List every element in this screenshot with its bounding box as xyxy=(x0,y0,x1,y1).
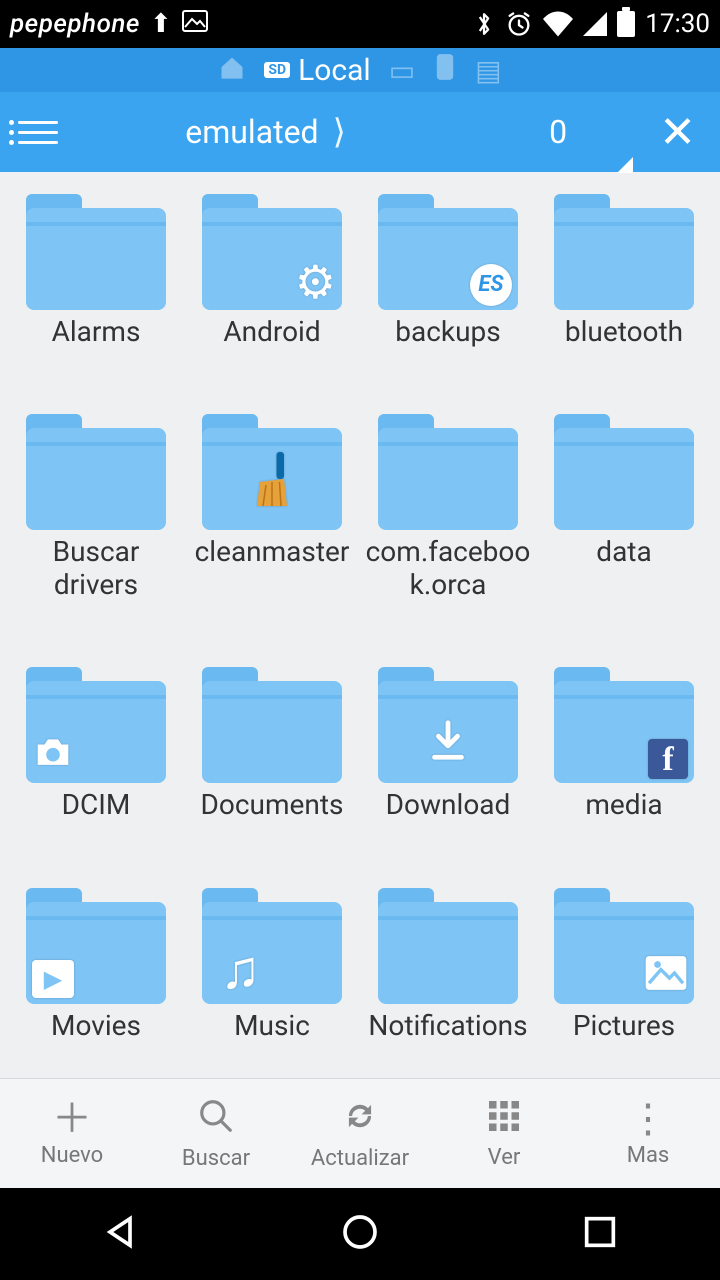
upload-icon: ⬆ xyxy=(150,9,172,39)
folder-item[interactable]: ▶ Movies xyxy=(10,888,182,1078)
folder-label: Documents xyxy=(201,789,344,821)
home-button[interactable] xyxy=(340,1212,380,1256)
sort-handle-icon[interactable] xyxy=(617,157,633,173)
folder-icon xyxy=(202,414,342,530)
sd-icon: SD xyxy=(264,62,290,78)
es-overlay-icon: ES xyxy=(470,264,512,306)
folder-icon xyxy=(554,888,694,1004)
facebook-overlay-icon: f xyxy=(648,739,688,779)
folder-icon xyxy=(26,667,166,783)
view-button[interactable]: Ver xyxy=(432,1079,576,1188)
menu-icon[interactable] xyxy=(18,121,58,144)
folder-icon xyxy=(202,667,342,783)
bluetooth-icon xyxy=(473,10,495,38)
folder-icon xyxy=(26,414,166,530)
folder-item[interactable]: Download xyxy=(362,667,534,857)
bottom-toolbar: ＋ Nuevo Buscar Actualizar Ver ⋮ Mas xyxy=(0,1078,720,1188)
folder-icon: ▶ xyxy=(26,888,166,1004)
grid-view-icon xyxy=(486,1098,522,1141)
folder-item[interactable]: com.facebook.orca xyxy=(362,414,534,637)
folder-icon: ES xyxy=(378,194,518,310)
folder-label: Notifications xyxy=(368,1010,527,1042)
battery-icon xyxy=(617,11,635,37)
folder-label: backups xyxy=(395,316,500,348)
folder-label: bluetooth xyxy=(565,316,683,348)
back-button[interactable] xyxy=(100,1212,140,1256)
library-tab-icon[interactable]: ▭ xyxy=(389,54,415,87)
folder-icon xyxy=(378,667,518,783)
folder-item[interactable]: ♫ Music xyxy=(186,888,358,1078)
download-overlay-icon xyxy=(425,717,471,771)
folder-grid: Alarms ⚙ Android ES backups bluetooth Buscar d… xyxy=(0,172,720,1078)
folder-label: com.facebook.orca xyxy=(363,536,533,600)
home-tab-icon[interactable] xyxy=(218,54,246,87)
folder-label: media xyxy=(585,789,662,821)
breadcrumb-current: emulated xyxy=(185,113,318,151)
folder-label: Android xyxy=(223,316,320,348)
clock-label: 17:30 xyxy=(645,9,710,39)
folder-label: Buscar drivers xyxy=(11,536,181,600)
music-overlay-icon: ♫ xyxy=(220,944,261,998)
broom-overlay-icon xyxy=(242,449,302,518)
plus-icon: ＋ xyxy=(52,1099,92,1139)
more-icon: ⋮ xyxy=(628,1099,668,1139)
folder-icon: f xyxy=(554,667,694,783)
folder-icon xyxy=(378,414,518,530)
carrier-label: pepephone xyxy=(10,9,140,39)
refresh-button[interactable]: Actualizar xyxy=(288,1079,432,1188)
folder-icon xyxy=(554,414,694,530)
folder-label: data xyxy=(596,536,651,568)
folder-label: Movies xyxy=(51,1010,141,1042)
folder-label: Download xyxy=(386,789,511,821)
android-nav-bar xyxy=(0,1188,720,1280)
folder-item[interactable]: Alarms xyxy=(10,194,182,384)
local-tab-label: Local xyxy=(298,53,371,88)
folder-item[interactable]: Documents xyxy=(186,667,358,857)
cell-signal-icon xyxy=(583,12,607,36)
folder-item[interactable]: cleanmaster xyxy=(186,414,358,637)
new-button[interactable]: ＋ Nuevo xyxy=(0,1079,144,1188)
path-bar: emulated ⟩ 0 ✕ xyxy=(0,92,720,172)
picture-overlay-icon xyxy=(644,953,688,1000)
storage-tab-strip: SD Local ▭ ▤ xyxy=(0,48,720,92)
search-button[interactable]: Buscar xyxy=(144,1079,288,1188)
folder-item[interactable]: f media xyxy=(538,667,710,857)
breadcrumb-separator: ⟩ xyxy=(333,112,346,152)
refresh-icon xyxy=(341,1097,379,1142)
alarm-icon xyxy=(505,10,533,38)
android-status-bar: pepephone ⬆ 17:30 xyxy=(0,0,720,48)
folder-item[interactable]: bluetooth xyxy=(538,194,710,384)
close-icon[interactable]: ✕ xyxy=(653,106,702,158)
recent-apps-button[interactable] xyxy=(580,1212,620,1256)
folder-label: cleanmaster xyxy=(195,536,350,568)
folder-icon: ⚙ xyxy=(202,194,342,310)
folder-label: Alarms xyxy=(52,316,141,348)
play-overlay-icon: ▶ xyxy=(32,960,74,998)
breadcrumb[interactable]: emulated ⟩ xyxy=(68,112,463,152)
folder-icon xyxy=(26,194,166,310)
search-icon xyxy=(197,1097,235,1142)
camera-overlay-icon xyxy=(32,736,74,777)
folder-icon xyxy=(554,194,694,310)
wifi-icon xyxy=(543,11,573,37)
folder-item[interactable]: Buscar drivers xyxy=(10,414,182,637)
folder-label: DCIM xyxy=(62,789,131,821)
folder-label: Pictures xyxy=(573,1010,675,1042)
folder-item[interactable]: data xyxy=(538,414,710,637)
folder-item[interactable]: ES backups xyxy=(362,194,534,384)
picture-icon xyxy=(182,9,208,39)
folder-item[interactable]: ⚙ Android xyxy=(186,194,358,384)
folder-item[interactable]: Pictures xyxy=(538,888,710,1078)
folder-icon xyxy=(378,888,518,1004)
folder-item[interactable]: DCIM xyxy=(10,667,182,857)
settings-overlay-icon: ⚙ xyxy=(295,260,336,306)
device-tab-icon[interactable] xyxy=(433,53,457,88)
folder-item[interactable]: Notifications xyxy=(362,888,534,1078)
local-tab[interactable]: SD Local xyxy=(264,53,370,88)
item-count[interactable]: 0 xyxy=(473,113,643,151)
network-tab-icon[interactable]: ▤ xyxy=(475,54,501,87)
folder-icon: ♫ xyxy=(202,888,342,1004)
folder-label: Music xyxy=(234,1010,310,1042)
more-button[interactable]: ⋮ Mas xyxy=(576,1079,720,1188)
